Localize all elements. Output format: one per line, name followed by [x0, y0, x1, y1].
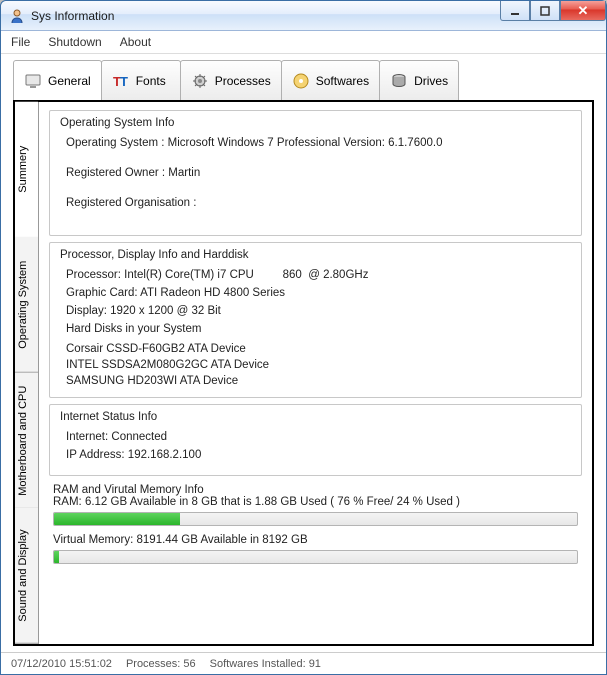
- hd-item: SAMSUNG HD203WI ATA Device: [66, 373, 571, 389]
- close-button[interactable]: ✕: [560, 1, 606, 21]
- statusbar: 07/12/2010 15:51:02 Processes: 56 Softwa…: [1, 652, 606, 674]
- vm-value: Virtual Memory: 8191.44 GB Available in …: [53, 534, 578, 546]
- hd-item: INTEL SSDSA2M080G2GC ATA Device: [66, 357, 571, 373]
- tab-softwares-label: Softwares: [316, 74, 369, 88]
- titlebar[interactable]: Sys Information ✕: [1, 1, 606, 31]
- menu-shutdown[interactable]: Shutdown: [48, 35, 101, 49]
- side-tab-summery[interactable]: Summery: [15, 102, 38, 237]
- tab-fonts[interactable]: TT Fonts: [101, 60, 181, 100]
- hd-heading: Hard Disks in your System: [66, 323, 571, 335]
- os-info-section: Operating System Info Operating System :…: [49, 110, 582, 236]
- gpu-value: Graphic Card: ATI Radeon HD 4800 Series: [66, 287, 571, 299]
- tab-softwares[interactable]: Softwares: [281, 60, 380, 100]
- ram-progress-bar: [54, 513, 180, 525]
- menubar: File Shutdown About: [1, 31, 606, 54]
- tab-general-label: General: [48, 74, 91, 88]
- hd-list: Corsair CSSD-F60GB2 ATA Device INTEL SSD…: [66, 341, 571, 389]
- status-softwares: Softwares Installed: 91: [210, 658, 321, 670]
- side-tab-os[interactable]: Operating System: [15, 237, 38, 373]
- os-value: Operating System : Microsoft Windows 7 P…: [66, 137, 571, 149]
- svg-text:T: T: [120, 74, 128, 89]
- toolbar: General TT Fonts Processes Softwares Dri…: [1, 54, 606, 100]
- side-tabs: Summery Operating System Motherboard and…: [15, 102, 39, 644]
- ram-value: RAM: 6.12 GB Available in 8 GB that is 1…: [53, 496, 578, 508]
- tab-processes-label: Processes: [215, 74, 271, 88]
- net-status: Internet: Connected: [66, 431, 571, 443]
- tab-fonts-label: Fonts: [136, 74, 166, 88]
- status-datetime: 07/12/2010 15:51:02: [11, 658, 112, 670]
- maximize-button[interactable]: [530, 1, 560, 21]
- app-window: Sys Information ✕ File Shutdown About Ge…: [0, 0, 607, 675]
- tab-drives-label: Drives: [414, 74, 448, 88]
- window-title: Sys Information: [31, 9, 114, 23]
- processes-icon: [191, 72, 209, 90]
- general-icon: [24, 72, 42, 90]
- tab-processes[interactable]: Processes: [180, 60, 282, 100]
- hd-item: Corsair CSSD-F60GB2 ATA Device: [66, 341, 571, 357]
- tab-general[interactable]: General: [13, 60, 102, 100]
- minimize-button[interactable]: [500, 1, 530, 21]
- hw-info-section: Processor, Display Info and Harddisk Pro…: [49, 242, 582, 398]
- ram-progress: [53, 512, 578, 526]
- summary-panel: Operating System Info Operating System :…: [39, 102, 592, 644]
- app-icon: [9, 8, 25, 24]
- net-info-section: Internet Status Info Internet: Connected…: [49, 404, 582, 476]
- owner-value: Registered Owner : Martin: [66, 167, 571, 179]
- display-value: Display: 1920 x 1200 @ 32 Bit: [66, 305, 571, 317]
- menu-file[interactable]: File: [11, 35, 30, 49]
- org-value: Registered Organisation :: [66, 197, 571, 209]
- content-area: Summery Operating System Motherboard and…: [13, 100, 594, 646]
- os-info-heading: Operating System Info: [60, 117, 571, 129]
- cpu-value: Processor: Intel(R) Core(TM) i7 CPU 860 …: [66, 269, 571, 281]
- vm-progress-bar: [54, 551, 59, 563]
- net-ip: IP Address: 192.168.2.100: [66, 449, 571, 461]
- side-tab-mobo[interactable]: Motherboard and CPU: [15, 373, 38, 509]
- mem-heading: RAM and Virutal Memory Info: [53, 484, 578, 496]
- window-controls: ✕: [500, 1, 606, 21]
- menu-about[interactable]: About: [120, 35, 151, 49]
- status-processes: Processes: 56: [126, 658, 196, 670]
- net-info-heading: Internet Status Info: [60, 411, 571, 423]
- fonts-icon: TT: [112, 72, 130, 90]
- drives-icon: [390, 72, 408, 90]
- side-tab-sound[interactable]: Sound and Display: [15, 508, 38, 644]
- hw-info-heading: Processor, Display Info and Harddisk: [60, 249, 571, 261]
- softwares-icon: [292, 72, 310, 90]
- vm-progress: [53, 550, 578, 564]
- mem-info-section: RAM and Virutal Memory Info RAM: 6.12 GB…: [49, 482, 582, 574]
- tab-drives[interactable]: Drives: [379, 60, 459, 100]
